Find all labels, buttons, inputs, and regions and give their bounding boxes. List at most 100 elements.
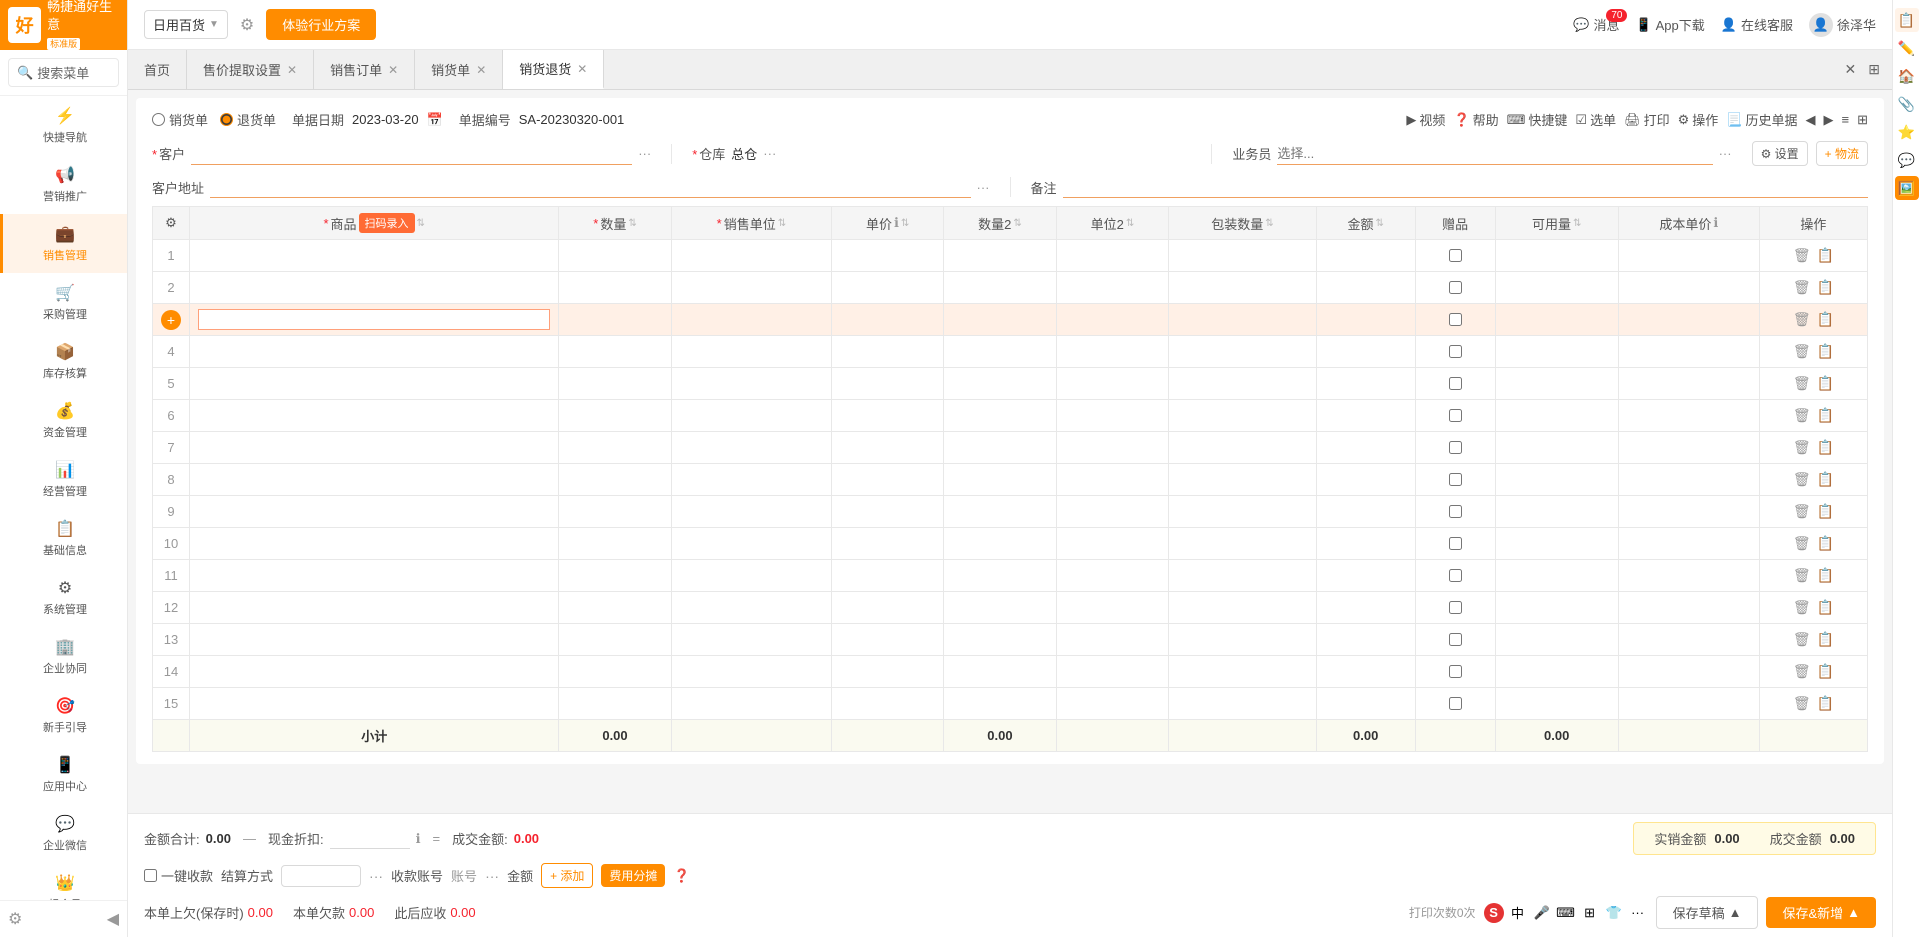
- help-button[interactable]: ❓ 帮助: [1453, 110, 1498, 129]
- row11-delete-icon[interactable]: 🗑: [1793, 567, 1811, 584]
- sidebar-item-finance[interactable]: 💰 资金管理: [0, 391, 127, 450]
- tab-sale-delivery[interactable]: 销货单 ✕: [415, 50, 503, 89]
- row1-cost-price[interactable]: [1618, 240, 1759, 272]
- sidebar-item-marketing[interactable]: 📢 营销推广: [0, 155, 127, 214]
- next-record-button[interactable]: ▶: [1824, 112, 1834, 128]
- row1-product[interactable]: [190, 240, 559, 272]
- app-download-button[interactable]: 📱 App下载: [1635, 15, 1704, 34]
- sidebar-item-system[interactable]: ⚙ 系统管理: [0, 568, 127, 627]
- row6-gift-checkbox[interactable]: [1449, 409, 1462, 422]
- shortcut-key-button[interactable]: ⌨ 快捷键: [1507, 110, 1568, 129]
- sidebar-collapse-button[interactable]: ◀: [107, 909, 119, 929]
- right-panel-btn-3[interactable]: 🏠: [1895, 64, 1919, 88]
- row6-copy-icon[interactable]: 📋: [1817, 407, 1834, 424]
- row14-delete-icon[interactable]: 🗑: [1793, 663, 1811, 680]
- view-grid-button[interactable]: ⊞: [1857, 112, 1868, 128]
- row1-gift-checkbox[interactable]: [1449, 249, 1462, 262]
- row3-gift-checkbox[interactable]: [1449, 313, 1462, 326]
- warehouse-picker-icon[interactable]: ···: [763, 146, 776, 161]
- row7-copy-icon[interactable]: 📋: [1817, 439, 1834, 456]
- row2-quantity[interactable]: [559, 272, 671, 304]
- message-button[interactable]: 💬 消息 70: [1573, 15, 1619, 34]
- row1-sale-unit[interactable]: [671, 240, 832, 272]
- row3-sale-unit[interactable]: [671, 304, 832, 336]
- history-button[interactable]: 📃 历史单据: [1726, 110, 1797, 129]
- row2-pkg-qty[interactable]: [1169, 272, 1316, 304]
- print-button[interactable]: 🖨 打印: [1624, 110, 1670, 129]
- row1-pkg-qty[interactable]: [1169, 240, 1316, 272]
- unit2-sort-icon[interactable]: ⇅: [1126, 218, 1134, 229]
- tab-sale-order-close[interactable]: ✕: [388, 63, 398, 77]
- saleunit-sort-icon[interactable]: ⇅: [778, 218, 786, 229]
- row1-available[interactable]: [1495, 240, 1618, 272]
- row2-available[interactable]: [1495, 272, 1618, 304]
- logistics-button[interactable]: + 物流: [1816, 141, 1868, 166]
- amount-sort-icon[interactable]: ⇅: [1375, 218, 1383, 229]
- radio-return[interactable]: 退货单: [220, 110, 276, 129]
- row5-delete-icon[interactable]: 🗑: [1793, 375, 1811, 392]
- account-picker-icon[interactable]: ···: [485, 868, 499, 884]
- select-order-button[interactable]: ☑ 选单: [1575, 110, 1616, 129]
- row1-unit-price[interactable]: [832, 240, 944, 272]
- row3-product[interactable]: [190, 304, 559, 336]
- row2-cost-price[interactable]: [1618, 272, 1759, 304]
- tab-expand-button[interactable]: ⊞: [1864, 59, 1884, 80]
- tab-sale-price[interactable]: 售价提取设置 ✕: [187, 50, 314, 89]
- row1-copy-icon[interactable]: 📋: [1817, 247, 1834, 264]
- row5-gift-checkbox[interactable]: [1449, 377, 1462, 390]
- row6-delete-icon[interactable]: 🗑: [1793, 407, 1811, 424]
- view-list-button[interactable]: ≡: [1842, 112, 1850, 127]
- quantity-sort-icon[interactable]: ⇅: [628, 218, 636, 229]
- right-panel-btn-1[interactable]: 📋: [1895, 8, 1919, 32]
- staff-picker-icon[interactable]: ···: [1719, 146, 1732, 161]
- sidebar-item-wechat[interactable]: 💬 企业微信: [0, 804, 127, 863]
- radio-sale[interactable]: 销货单: [152, 110, 208, 129]
- tab-sale-price-close[interactable]: ✕: [287, 63, 297, 77]
- row15-copy-icon[interactable]: 📋: [1817, 695, 1834, 712]
- row4-delete-icon[interactable]: 🗑: [1793, 343, 1811, 360]
- row1-qty2[interactable]: [944, 240, 1057, 272]
- address-input[interactable]: [210, 176, 970, 198]
- sidebar-item-member[interactable]: 👑 畅会员: [0, 863, 127, 900]
- row7-gift-checkbox[interactable]: [1449, 441, 1462, 454]
- remark-input[interactable]: [1063, 176, 1868, 198]
- right-panel-btn-5[interactable]: ⭐: [1895, 120, 1919, 144]
- row3-pkg-qty[interactable]: [1169, 304, 1316, 336]
- online-service-button[interactable]: 👤 在线客服: [1721, 15, 1793, 34]
- tab-close-all-button[interactable]: ✕: [1841, 59, 1861, 80]
- row13-gift-checkbox[interactable]: [1449, 633, 1462, 646]
- save-draft-button[interactable]: 保存草稿 ▲: [1656, 896, 1759, 929]
- row11-gift-checkbox[interactable]: [1449, 569, 1462, 582]
- topbar-gear-icon[interactable]: ⚙: [240, 15, 254, 35]
- row14-gift-checkbox[interactable]: [1449, 665, 1462, 678]
- qty2-sort-icon[interactable]: ⇅: [1013, 218, 1021, 229]
- row2-gift-checkbox[interactable]: [1449, 281, 1462, 294]
- row2-delete-icon[interactable]: 🗑: [1793, 279, 1811, 296]
- calendar-icon[interactable]: 📅: [427, 112, 443, 128]
- user-area[interactable]: 👤 徐泽华: [1809, 13, 1876, 37]
- radio-sale-input[interactable]: [152, 113, 165, 126]
- row10-gift-checkbox[interactable]: [1449, 537, 1462, 550]
- row12-copy-icon[interactable]: 📋: [1817, 599, 1834, 616]
- sidebar-item-inventory[interactable]: 📦 库存核算: [0, 332, 127, 391]
- row15-gift-checkbox[interactable]: [1449, 697, 1462, 710]
- quick-pay-checkbox-label[interactable]: 一键收款: [144, 866, 213, 885]
- pkgqty-sort-icon[interactable]: ⇅: [1265, 218, 1273, 229]
- row2-copy-icon[interactable]: 📋: [1817, 279, 1834, 296]
- add-payment-button[interactable]: + 添加: [541, 863, 593, 888]
- row3-unit-price[interactable]: [832, 304, 944, 336]
- row1-unit2[interactable]: [1056, 240, 1169, 272]
- radio-return-input[interactable]: [220, 113, 233, 126]
- sidebar-item-enterprise[interactable]: 🏢 企业协同: [0, 627, 127, 686]
- sidebar-item-basic[interactable]: 📋 基础信息: [0, 509, 127, 568]
- tab-sale-return[interactable]: 销货退货 ✕: [503, 50, 604, 89]
- row11-copy-icon[interactable]: 📋: [1817, 567, 1834, 584]
- row10-delete-icon[interactable]: 🗑: [1793, 535, 1811, 552]
- customer-input[interactable]: [191, 143, 632, 165]
- sidebar-item-sales[interactable]: 💼 销售管理: [0, 214, 127, 273]
- row3-copy-icon[interactable]: 📋: [1817, 311, 1834, 328]
- product-sort-icon[interactable]: ⇅: [417, 218, 425, 229]
- unitprice-sort-icon[interactable]: ⇅: [901, 218, 909, 229]
- row3-product-input[interactable]: [198, 309, 550, 330]
- row12-gift-checkbox[interactable]: [1449, 601, 1462, 614]
